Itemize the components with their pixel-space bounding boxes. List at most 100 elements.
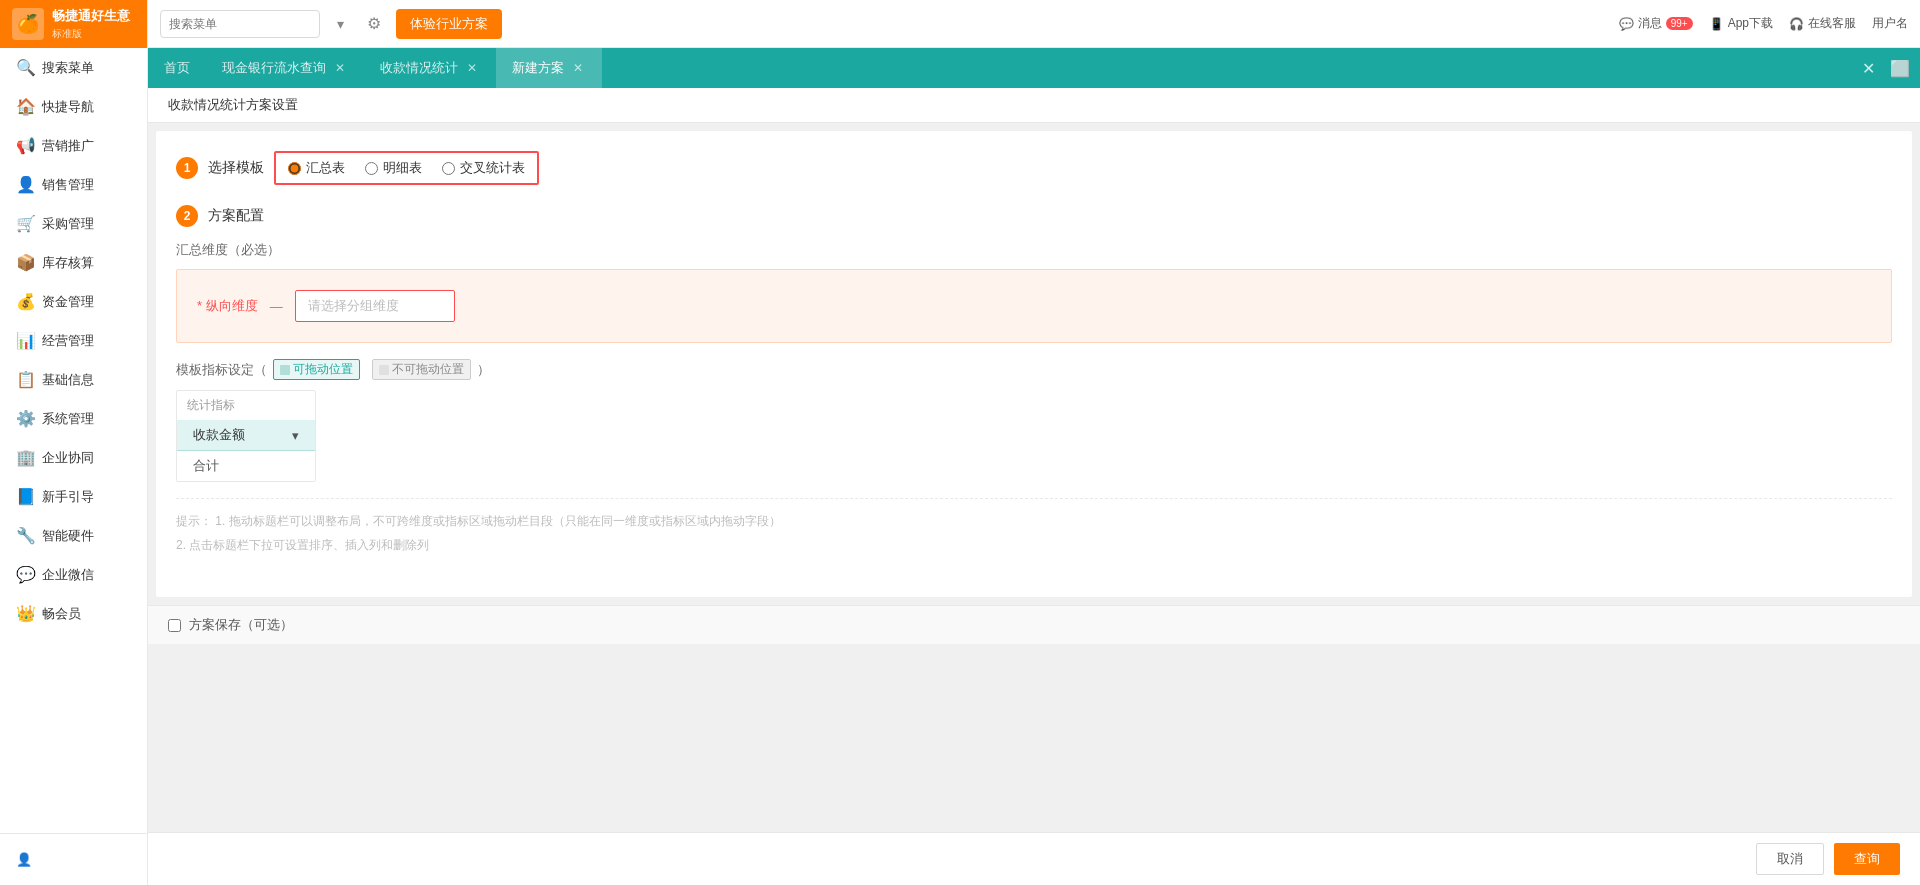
draggable-label: 可拖动位置 [293, 361, 353, 378]
logo-icon: 🍊 [12, 8, 44, 40]
finance-icon: 💰 [16, 292, 34, 311]
tip1: 提示： 1. 拖动标题栏可以调整布局，不可跨维度或指标区域拖动栏目段（只能在同一… [176, 509, 1892, 533]
tab-home-label: 首页 [164, 59, 190, 77]
sidebar-item-marketing[interactable]: 📢 营销推广 [0, 126, 147, 165]
dropdown-btn[interactable]: ▾ [328, 12, 352, 36]
message-action[interactable]: 💬 消息 99+ [1619, 15, 1693, 32]
download-label: App下载 [1728, 15, 1773, 32]
template-summary[interactable]: 汇总表 [288, 159, 345, 177]
step2-title: 方案配置 [208, 207, 264, 225]
stats-category-label: 统计指标 [177, 391, 315, 414]
dimension-area: * 纵向维度 — 请选择分组维度 [176, 269, 1892, 343]
tab-bank-close[interactable]: ✕ [332, 60, 348, 76]
sidebar-item-inventory[interactable]: 📦 库存核算 [0, 243, 147, 282]
dimension-section-label: 汇总维度（必选） [176, 241, 1892, 259]
sidebar-item-basic[interactable]: 📋 基础信息 [0, 360, 147, 399]
save-checkbox[interactable] [168, 619, 181, 632]
tab-bar-close-icon[interactable]: ✕ [1856, 56, 1880, 80]
basic-icon: 📋 [16, 370, 34, 389]
sidebar-item-label: 基础信息 [42, 371, 94, 389]
metric-name-label: 收款金额 [193, 426, 245, 444]
template-detail[interactable]: 明细表 [365, 159, 422, 177]
sales-icon: 👤 [16, 175, 34, 194]
sidebar-item-label: 新手引导 [42, 488, 94, 506]
sidebar-item-guide[interactable]: 📘 新手引导 [0, 477, 147, 516]
tip2: 2. 点击标题栏下拉可设置排序、插入列和删除列 [176, 533, 1892, 557]
query-button[interactable]: 查询 [1834, 843, 1900, 875]
wechat-icon: 💬 [16, 565, 34, 584]
trial-button[interactable]: 体验行业方案 [396, 9, 502, 39]
sidebar-item-corp[interactable]: 🏢 企业协同 [0, 438, 147, 477]
content-area: 收款情况统计方案设置 1 选择模板 汇总表 [148, 88, 1920, 832]
draggable-indicator [280, 365, 290, 375]
sidebar-item-member[interactable]: 👑 畅会员 [0, 594, 147, 633]
metric-header[interactable]: 收款金额 ▾ [177, 420, 315, 451]
step1-section: 1 选择模板 汇总表 明细表 [176, 151, 1892, 185]
step1-title: 选择模板 [208, 159, 264, 177]
gear-btn[interactable]: ⚙ [360, 10, 388, 38]
sidebar-item-label: 智能硬件 [42, 527, 94, 545]
sidebar-item-search[interactable]: 🔍 搜索菜单 [0, 48, 147, 87]
tab-newplan-close[interactable]: ✕ [570, 60, 586, 76]
sidebar-item-label: 企业协同 [42, 449, 94, 467]
sidebar-item-finance[interactable]: 💰 资金管理 [0, 282, 147, 321]
sidebar-bottom-item[interactable]: 👤 [0, 842, 147, 877]
sidebar-item-purchase[interactable]: 🛒 采购管理 [0, 204, 147, 243]
template-cross[interactable]: 交叉统计表 [442, 159, 525, 177]
sidebar-item-system[interactable]: ⚙️ 系统管理 [0, 399, 147, 438]
user-info[interactable]: 用户名 [1872, 15, 1908, 32]
tab-bank[interactable]: 现金银行流水查询 ✕ [206, 48, 364, 88]
message-label: 消息 [1638, 15, 1662, 32]
tab-home[interactable]: 首页 [148, 48, 206, 88]
sidebar-item-nav[interactable]: 🏠 快捷导航 [0, 87, 147, 126]
tab-newplan[interactable]: 新建方案 ✕ [496, 48, 602, 88]
tab-receipt-close[interactable]: ✕ [464, 60, 480, 76]
metric-dropdown-icon[interactable]: ▾ [292, 428, 299, 443]
bottom-action-bar: 取消 查询 [148, 832, 1920, 885]
guide-icon: 📘 [16, 487, 34, 506]
arrow-label: — [270, 299, 283, 314]
metric-subtotal-label: 合计 [193, 458, 219, 473]
service-action[interactable]: 🎧 在线客服 [1789, 15, 1856, 32]
template-summary-radio[interactable] [288, 162, 301, 175]
user-avatar-icon: 👤 [16, 852, 32, 867]
tab-newplan-label: 新建方案 [512, 59, 564, 77]
template-cross-radio[interactable] [442, 162, 455, 175]
member-icon: 👑 [16, 604, 34, 623]
template-cross-label: 交叉统计表 [460, 159, 525, 177]
hardware-icon: 🔧 [16, 526, 34, 545]
tab-bar-expand-icon[interactable]: ⬜ [1888, 56, 1912, 80]
sidebar-item-label: 企业微信 [42, 566, 94, 584]
download-action[interactable]: 📱 App下载 [1709, 15, 1773, 32]
operation-icon: 📊 [16, 331, 34, 350]
message-icon: 💬 [1619, 17, 1634, 31]
metric-subtotal-cell: 合计 [177, 451, 315, 481]
inventory-icon: 📦 [16, 253, 34, 272]
sidebar-item-label: 搜索菜单 [42, 59, 94, 77]
form-footer: 方案保存（可选） [148, 605, 1920, 644]
breadcrumb-input[interactable] [160, 10, 320, 38]
sidebar-item-wechat[interactable]: 💬 企业微信 [0, 555, 147, 594]
tab-receipt[interactable]: 收款情况统计 ✕ [364, 48, 496, 88]
template-select-area: 汇总表 明细表 交叉统计表 [274, 151, 539, 185]
page-title: 收款情况统计方案设置 [168, 97, 298, 112]
vertical-dim-label: * 纵向维度 [197, 297, 258, 315]
sidebar-item-label: 快捷导航 [42, 98, 94, 116]
non-draggable-label: 不可拖动位置 [392, 361, 464, 378]
non-draggable-indicator [379, 365, 389, 375]
dim-select-box[interactable]: 请选择分组维度 [295, 290, 455, 322]
template-detail-radio[interactable] [365, 162, 378, 175]
sidebar-item-hardware[interactable]: 🔧 智能硬件 [0, 516, 147, 555]
sidebar-item-operation[interactable]: 📊 经营管理 [0, 321, 147, 360]
sidebar-item-label: 库存核算 [42, 254, 94, 272]
metrics-title-start: 模板指标设定（ [176, 361, 267, 379]
sidebar-item-label: 经营管理 [42, 332, 94, 350]
message-badge: 99+ [1666, 17, 1693, 30]
sidebar-item-sales[interactable]: 👤 销售管理 [0, 165, 147, 204]
sidebar-item-label: 营销推广 [42, 137, 94, 155]
cancel-button[interactable]: 取消 [1756, 843, 1824, 875]
purchase-icon: 🛒 [16, 214, 34, 233]
metrics-title-end: ） [477, 361, 490, 379]
page-title-bar: 收款情况统计方案设置 [148, 88, 1920, 123]
draggable-badge: 可拖动位置 [273, 359, 360, 380]
